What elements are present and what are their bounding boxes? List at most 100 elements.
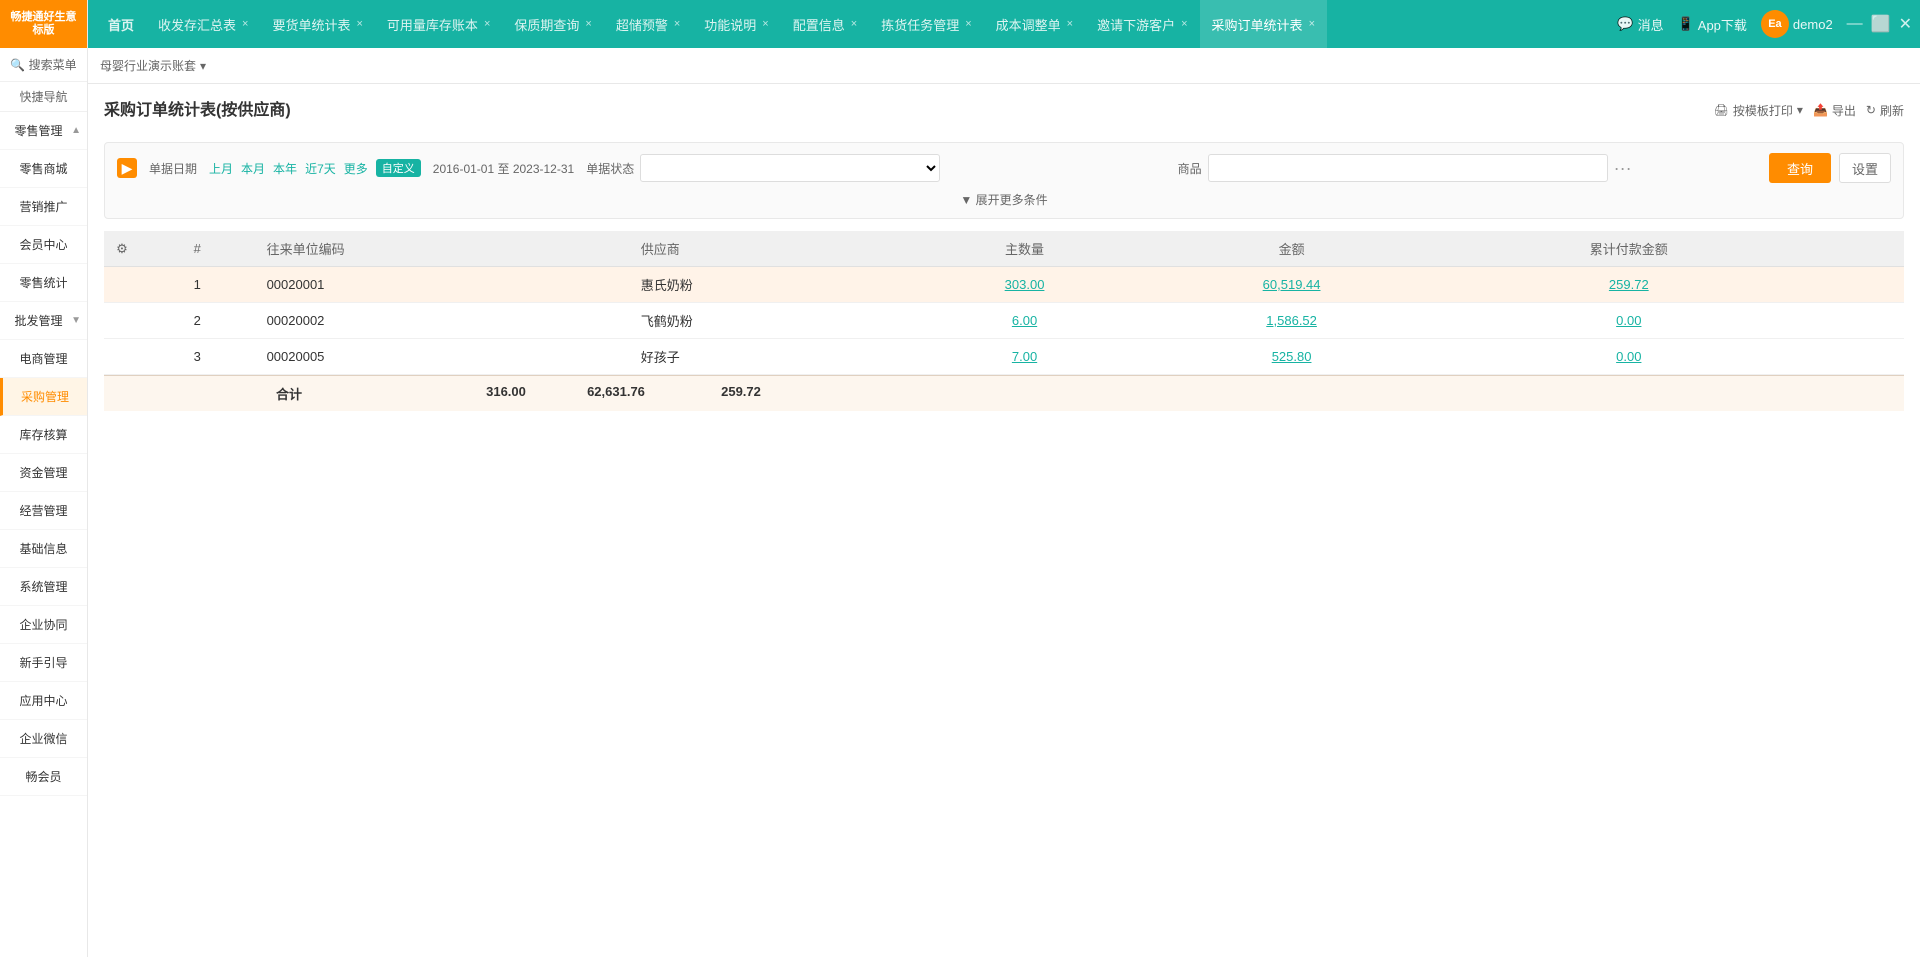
sidebar-item-purchase[interactable]: 采购管理 [0,378,87,416]
app-download-btn[interactable]: 📱 App下载 [1678,15,1747,34]
date-options: 上月 本月 本年 近7天 更多 自定义 [209,159,421,177]
footer-amount: 62,631.76 [556,384,676,403]
tab-config[interactable]: 配置信息 × [781,0,869,48]
settings-button[interactable]: 设置 [1839,153,1891,183]
minimize-button[interactable]: — [1847,15,1863,33]
sidebar-item-inventory[interactable]: 库存核算 [0,416,87,454]
sidebar-quick-nav[interactable]: 快捷导航 [0,82,87,112]
tab-close-icon[interactable]: × [585,18,591,30]
tab-close-icon[interactable]: × [1309,18,1315,30]
filter-expand-btn[interactable]: ▼ 展开更多条件 [117,191,1891,208]
row-supplier: 好孩子 [629,339,908,375]
tab-home[interactable]: 首页 [96,0,146,48]
row-amount[interactable]: 525.80 [1141,339,1441,375]
row-paid[interactable]: 0.00 [1442,303,1816,339]
sidebar-item-app-center[interactable]: 应用中心 [0,682,87,720]
goods-filter-label: 商品 [1178,160,1202,177]
tab-close-icon[interactable]: × [1067,18,1073,30]
print-template-btn[interactable]: 🖨 按模板打印 ▾ [1714,102,1803,119]
tab-requisition-stats[interactable]: 要货单统计表 × [260,0,374,48]
sidebar-item-basic-info[interactable]: 基础信息 [0,530,87,568]
tab-close-icon[interactable]: × [851,18,857,30]
row-qty[interactable]: 6.00 [908,303,1142,339]
sidebar-item-retail-shop[interactable]: 零售商城 [0,150,87,188]
tab-available-inventory[interactable]: 可用量库存账本 × [375,0,502,48]
sidebar-item-retail-manage[interactable]: 零售管理 ▲ [0,112,87,150]
sidebar-item-wholesale[interactable]: 批发管理 ▼ [0,302,87,340]
query-button[interactable]: 查询 [1769,153,1831,183]
goods-more-icon[interactable]: ··· [1614,159,1632,177]
footer-qty: 316.00 [456,384,556,403]
tab-close-icon[interactable]: × [762,18,768,30]
sidebar: 畅捷通好生意 标版 🔍 搜索菜单 快捷导航 零售管理 ▲ 零售商城 营销推广 会… [0,0,88,957]
date-more[interactable]: 更多 [344,160,368,177]
row-qty[interactable]: 7.00 [908,339,1142,375]
maximize-button[interactable]: ⬜ [1871,14,1891,34]
tab-close-icon[interactable]: × [484,18,490,30]
refresh-btn[interactable]: ↻ 刷新 [1866,102,1904,119]
tab-close-icon[interactable]: × [674,18,680,30]
message-btn[interactable]: 💬 消息 [1617,15,1663,34]
goods-input[interactable] [1208,154,1608,182]
sidebar-item-marketing[interactable]: 营销推广 [0,188,87,226]
row-amount[interactable]: 1,586.52 [1141,303,1441,339]
date-last-7days[interactable]: 近7天 [305,160,336,177]
tab-overstock-warning[interactable]: 超储预警 × [604,0,692,48]
tab-close-icon[interactable]: × [356,18,362,30]
tab-invite-downstream[interactable]: 邀请下游客户 × [1085,0,1199,48]
tab-function-desc[interactable]: 功能说明 × [692,0,780,48]
tab-close-icon[interactable]: × [965,18,971,30]
sidebar-item-collab[interactable]: 企业协同 [0,606,87,644]
date-custom-badge[interactable]: 自定义 [376,159,421,177]
export-btn[interactable]: 📤 导出 [1813,102,1856,119]
sidebar-item-members[interactable]: 会员中心 [0,226,87,264]
tab-purchase-order-stats[interactable]: 采购订单统计表 × [1200,0,1327,48]
row-paid[interactable]: 259.72 [1442,267,1816,303]
account-selector[interactable]: 母婴行业演示账套 ▾ [100,57,206,74]
row-amount[interactable]: 60,519.44 [1141,267,1441,303]
row-seq: 2 [140,303,255,339]
sidebar-item-member-plus[interactable]: 畅会员 [0,758,87,796]
sidebar-item-finance[interactable]: 资金管理 [0,454,87,492]
sidebar-item-enterprise-wechat[interactable]: 企业微信 [0,720,87,758]
date-this-month[interactable]: 本月 [241,160,265,177]
search-icon: 🔍 [10,58,25,72]
tab-close-icon[interactable]: × [242,18,248,30]
col-code: 往来单位编码 [255,231,629,267]
table-row[interactable]: 3 00020005 好孩子 7.00 525.80 0.00 [104,339,1904,375]
window-controls: — ⬜ ✕ [1847,14,1912,34]
table-row[interactable]: 1 00020001 惠氏奶粉 303.00 60,519.44 259.72 [104,267,1904,303]
close-button[interactable]: ✕ [1899,14,1912,34]
tab-quality-query[interactable]: 保质期查询 × [502,0,603,48]
row-extra [1816,267,1904,303]
row-qty[interactable]: 303.00 [908,267,1142,303]
sidebar-search[interactable]: 🔍 搜索菜单 [0,48,87,82]
tab-close-icon[interactable]: × [1181,18,1187,30]
row-code: 00020002 [255,303,629,339]
filter-toggle-btn[interactable]: ▶ [117,158,137,178]
sidebar-item-ecommerce[interactable]: 电商管理 [0,340,87,378]
col-paid: 累计付款金额 [1442,231,1816,267]
status-select[interactable] [640,154,940,182]
download-icon: 📱 [1678,16,1694,32]
tab-cost-adjust[interactable]: 成本调整单 × [984,0,1085,48]
sidebar-item-system[interactable]: 系统管理 [0,568,87,606]
sidebar-item-operations[interactable]: 经营管理 [0,492,87,530]
sidebar-item-guide[interactable]: 新手引导 [0,644,87,682]
date-last-month[interactable]: 上月 [209,160,233,177]
data-table: ⚙ # 往来单位编码 供应商 主数量 金额 累计付款金额 1 00020001 … [104,231,1904,375]
topbar: 首页 收发存汇总表 × 要货单统计表 × 可用量库存账本 × 保质期查询 × 超… [88,0,1920,48]
table-footer: 合计 316.00 62,631.76 259.72 [104,375,1904,411]
col-amount: 金额 [1141,231,1441,267]
row-extra [1816,303,1904,339]
secondary-nav: 母婴行业演示账套 ▾ [88,48,1920,84]
user-menu[interactable]: Ea demo2 [1761,10,1833,38]
date-this-year[interactable]: 本年 [273,160,297,177]
row-paid[interactable]: 0.00 [1442,339,1816,375]
tab-stock-summary[interactable]: 收发存汇总表 × [146,0,260,48]
col-seq: # [140,231,255,267]
table-row[interactable]: 2 00020002 飞鹤奶粉 6.00 1,586.52 0.00 [104,303,1904,339]
tab-picking-task[interactable]: 拣货任务管理 × [869,0,983,48]
message-icon: 💬 [1617,16,1633,32]
sidebar-item-retail-stats[interactable]: 零售统计 [0,264,87,302]
